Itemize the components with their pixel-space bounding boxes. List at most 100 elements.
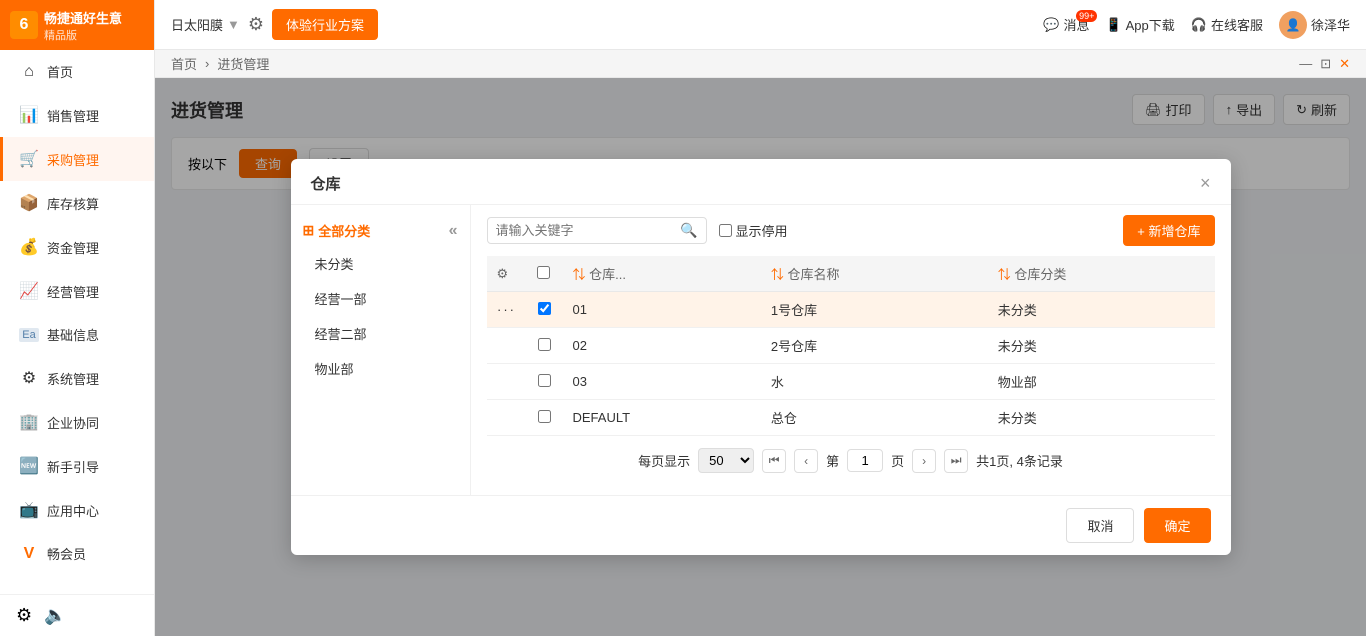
row-name: 总仓 xyxy=(761,400,988,436)
per-page-label: 每页显示 xyxy=(638,451,690,470)
category-item-property[interactable]: 物业部 xyxy=(291,351,470,386)
sidebar-label-appcenter: 应用中心 xyxy=(47,501,99,520)
row-checkbox-cell xyxy=(527,364,563,400)
category-item-uncategorized[interactable]: 未分类 xyxy=(291,246,470,281)
search-icon[interactable]: 🔍 xyxy=(680,222,697,239)
sidebar-item-appcenter[interactable]: 📺 应用中心 xyxy=(0,488,154,532)
sidebar-bottom: ⚙ 🔈 xyxy=(0,594,154,636)
content-area: 进货管理 🖨 打印 ↑ 导出 ↻ 刷新 按 xyxy=(155,78,1366,636)
settings-bottom-icon[interactable]: ⚙ xyxy=(16,605,32,626)
user-avatar: 👤 xyxy=(1279,11,1307,39)
modal-title: 仓库 xyxy=(311,173,341,194)
logo-area: 6 畅捷通好生意 精品版 xyxy=(0,0,154,50)
sidebar-item-purchase[interactable]: 🛒 采购管理 xyxy=(0,137,154,181)
member-icon: V xyxy=(19,545,39,563)
topbar-gear-icon[interactable]: ⚙ xyxy=(248,14,264,35)
sidebar-label-inventory: 库存核算 xyxy=(47,194,99,213)
sidebar-item-sales[interactable]: 📊 销售管理 xyxy=(0,93,154,137)
sidebar-item-enterprise[interactable]: 🏢 企业协同 xyxy=(0,400,154,444)
row-category: 未分类 xyxy=(988,400,1215,436)
th-name: ⇅ 仓库名称 xyxy=(761,256,988,292)
page-input[interactable] xyxy=(847,449,883,472)
total-records: 共1页, 4条记录 xyxy=(976,451,1063,470)
row-dots-btn[interactable]: ··· xyxy=(497,302,516,317)
gear-header-icon[interactable]: ⚙ xyxy=(497,266,509,281)
row-code: 03 xyxy=(563,364,761,400)
row-checkbox-3[interactable] xyxy=(538,410,551,423)
notification-item[interactable]: 💬 消息 99+ xyxy=(1043,15,1089,34)
row-checkbox-2[interactable] xyxy=(538,374,551,387)
store-arrow-icon: ▼ xyxy=(227,17,240,32)
last-page-btn[interactable]: ⏭ xyxy=(944,449,968,473)
row-gear-cell xyxy=(487,400,527,436)
user-name: 徐泽华 xyxy=(1311,15,1350,34)
row-gear-cell xyxy=(487,328,527,364)
user-area[interactable]: 👤 徐泽华 xyxy=(1279,11,1350,39)
modal-close-btn[interactable]: × xyxy=(1200,173,1211,194)
table-row[interactable]: ··· 01 1号仓库 未分类 xyxy=(487,292,1215,328)
window-maximize-icon[interactable]: ⊡ xyxy=(1320,56,1331,72)
sidebar-item-basic[interactable]: Ea 基础信息 xyxy=(0,313,154,356)
category-all[interactable]: ⊞ 全部分类 « xyxy=(291,215,470,246)
home-icon: ⌂ xyxy=(19,63,39,81)
table-row[interactable]: DEFAULT 总仓 未分类 xyxy=(487,400,1215,436)
table-row[interactable]: 03 水 物业部 xyxy=(487,364,1215,400)
system-icon: ⚙ xyxy=(19,368,39,388)
row-category: 未分类 xyxy=(988,328,1215,364)
row-name: 1号仓库 xyxy=(761,292,988,328)
search-input[interactable] xyxy=(496,223,675,238)
sidebar-item-operations[interactable]: 📈 经营管理 xyxy=(0,269,154,313)
confirm-btn[interactable]: 确定 xyxy=(1144,508,1210,543)
enterprise-icon: 🏢 xyxy=(19,412,39,432)
experience-btn[interactable]: 体验行业方案 xyxy=(272,9,378,40)
add-warehouse-btn[interactable]: + 新增仓库 xyxy=(1123,215,1214,246)
row-checkbox-1[interactable] xyxy=(538,338,551,351)
topbar-left: 日太阳膜 ▼ ⚙ 体验行业方案 xyxy=(171,9,378,40)
prev-page-btn[interactable]: ‹ xyxy=(794,449,818,473)
table-panel: 🔍 显示停用 + 新增仓库 xyxy=(471,205,1231,495)
category-item-dept2[interactable]: 经营二部 xyxy=(291,316,470,351)
row-name: 2号仓库 xyxy=(761,328,988,364)
sidebar-label-purchase: 采购管理 xyxy=(47,150,99,169)
headset-icon: 🎧 xyxy=(1191,17,1207,33)
per-page-select[interactable]: 50 100 200 xyxy=(698,448,754,473)
app-download-item[interactable]: 📱 App下载 xyxy=(1105,15,1174,34)
app-download-label: App下载 xyxy=(1126,15,1175,34)
sidebar-label-operations: 经营管理 xyxy=(47,282,99,301)
sidebar-label-enterprise: 企业协同 xyxy=(47,413,99,432)
sidebar-item-guide[interactable]: 🆕 新手引导 xyxy=(0,444,154,488)
sidebar: 6 畅捷通好生意 精品版 ⌂ 首页 📊 销售管理 🛒 采购管理 📦 库存核算 💰… xyxy=(0,0,155,636)
finance-icon: 💰 xyxy=(19,237,39,257)
customer-service-label: 在线客服 xyxy=(1211,15,1263,34)
window-minimize-icon[interactable]: — xyxy=(1299,56,1312,72)
sidebar-item-system[interactable]: ⚙ 系统管理 xyxy=(0,356,154,400)
th-checkbox xyxy=(527,256,563,292)
page-label: 第 xyxy=(826,451,839,470)
sidebar-item-member[interactable]: V 畅会员 xyxy=(0,532,154,575)
show-disabled-checkbox[interactable] xyxy=(719,224,732,237)
th-category: ⇅ 仓库分类 xyxy=(988,256,1215,292)
first-page-btn[interactable]: ⏮ xyxy=(762,449,786,473)
operations-icon: 📈 xyxy=(19,281,39,301)
sales-icon: 📊 xyxy=(19,105,39,125)
inventory-icon: 📦 xyxy=(19,193,39,213)
customer-service-item[interactable]: 🎧 在线客服 xyxy=(1191,15,1263,34)
next-page-btn[interactable]: › xyxy=(912,449,936,473)
sidebar-item-inventory[interactable]: 📦 库存核算 xyxy=(0,181,154,225)
modal-body: ⊞ 全部分类 « 未分类 经营一部 经营二部 物业部 xyxy=(291,205,1231,495)
window-close-icon[interactable]: ✕ xyxy=(1339,56,1350,72)
row-checkbox-0[interactable] xyxy=(538,302,551,315)
collapse-icon[interactable]: « xyxy=(449,222,458,240)
cancel-btn[interactable]: 取消 xyxy=(1066,508,1134,543)
store-selector[interactable]: 日太阳膜 ▼ xyxy=(171,15,240,34)
breadcrumb-home[interactable]: 首页 xyxy=(171,54,197,73)
speaker-icon[interactable]: 🔈 xyxy=(44,605,66,626)
sidebar-item-home[interactable]: ⌂ 首页 xyxy=(0,50,154,93)
table-row[interactable]: 02 2号仓库 未分类 xyxy=(487,328,1215,364)
row-checkbox-cell xyxy=(527,328,563,364)
sidebar-label-member: 畅会员 xyxy=(47,544,86,563)
select-all-checkbox[interactable] xyxy=(537,266,550,279)
category-item-dept1[interactable]: 经营一部 xyxy=(291,281,470,316)
sidebar-item-finance[interactable]: 💰 资金管理 xyxy=(0,225,154,269)
modal-footer: 取消 确定 xyxy=(291,495,1231,555)
